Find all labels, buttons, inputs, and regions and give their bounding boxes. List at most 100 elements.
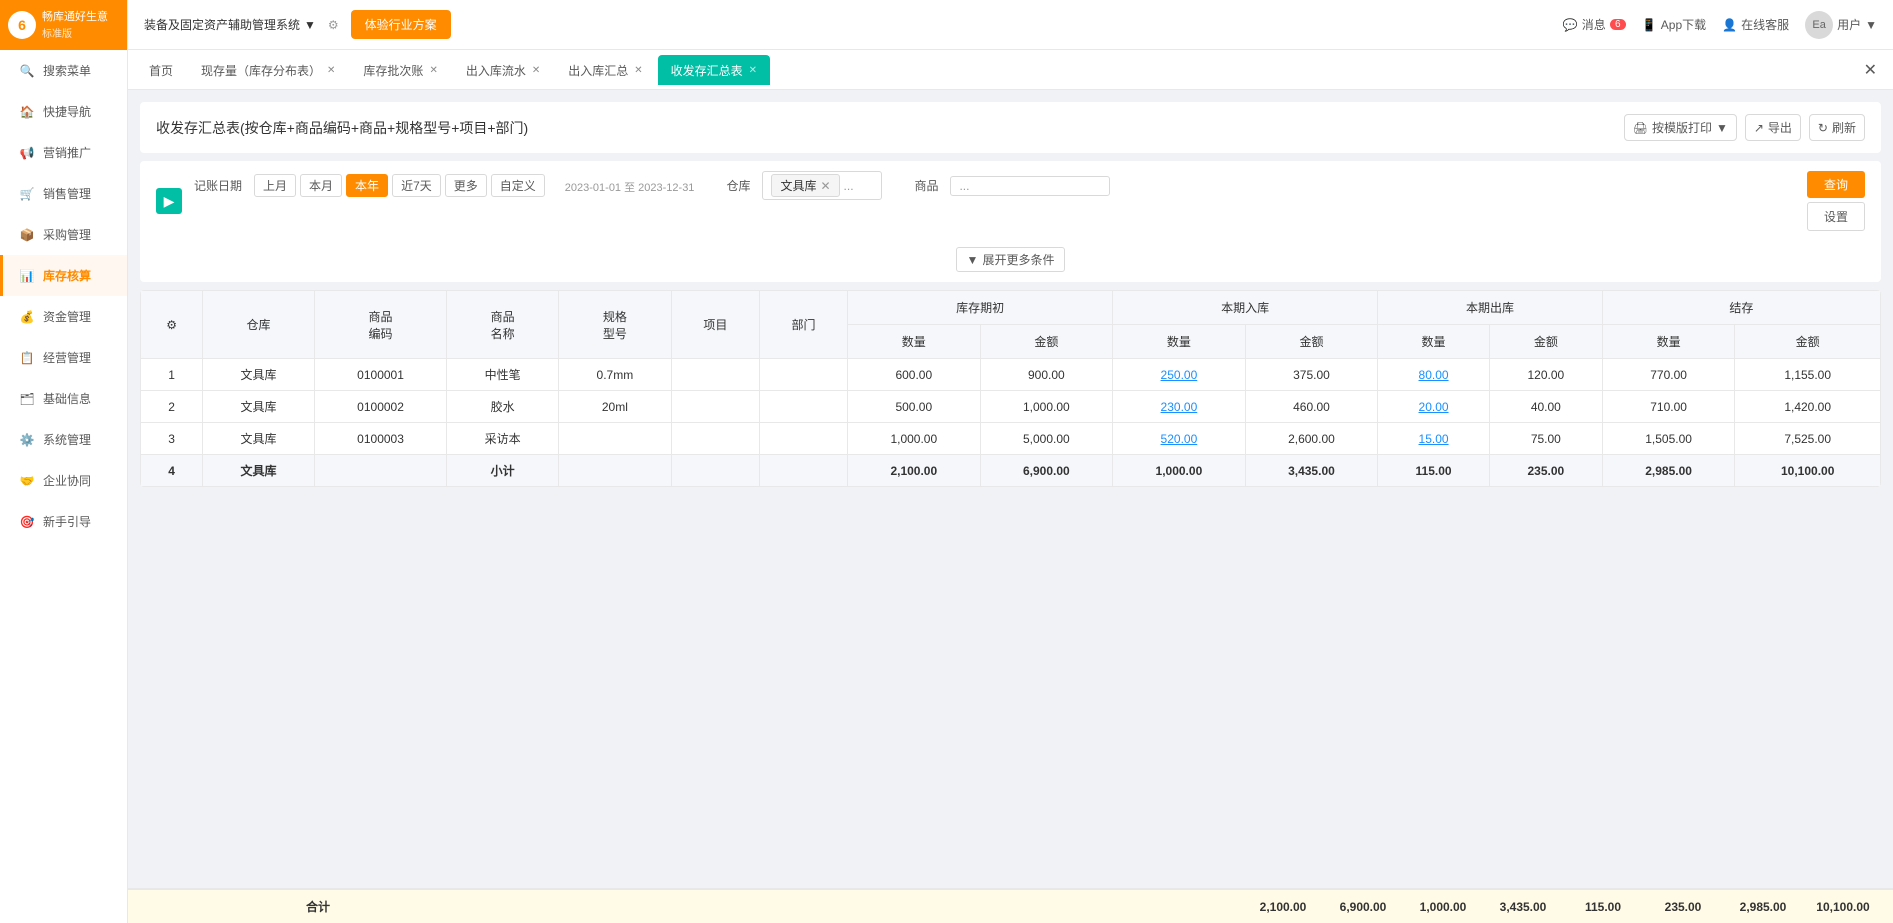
tab-batch-account[interactable]: 库存批次账 ✕	[350, 55, 450, 85]
query-button[interactable]: 查询	[1807, 171, 1865, 198]
tab-recv-send-summary[interactable]: 收发存汇总表✕	[658, 55, 770, 85]
sidebar-item-label-finance: 资金管理	[43, 308, 91, 325]
tab-in-out-flow[interactable]: 出入库流水✕	[453, 55, 553, 85]
sidebar-item-guide[interactable]: 🎯新手引导	[0, 501, 127, 542]
export-button[interactable]: ↗ 导出	[1745, 114, 1801, 141]
link-in_qty[interactable]: 520.00	[1161, 432, 1198, 446]
main-area: 装备及固定资产辅助管理系统 ▼ ⚙ 体验行业方案 💬 消息 6 📱 App下载 …	[128, 0, 1893, 923]
message-action[interactable]: 💬 消息 6	[1563, 16, 1626, 33]
sidebar-item-operations[interactable]: 📋经营管理	[0, 337, 127, 378]
sidebar-item-basic-info[interactable]: 🗂基础信息	[0, 378, 127, 419]
cell-product_name: 胶水	[447, 391, 559, 423]
cell-in_qty[interactable]: 230.00	[1113, 391, 1246, 423]
tab-inventory-dist[interactable]: 现存量（库存分布表）✕	[188, 55, 348, 85]
tab-bar: 首页现存量（库存分布表）✕库存批次账✕出入库流水✕出入库汇总✕收发存汇总表✕✕	[128, 50, 1893, 90]
cell-closing_qty: 710.00	[1602, 391, 1735, 423]
refresh-button[interactable]: ↻ 刷新	[1809, 114, 1865, 141]
tab-home[interactable]: 首页	[136, 55, 186, 85]
date-btn-7days[interactable]: 近7天	[392, 174, 441, 197]
tab-in-out-summary[interactable]: 出入库汇总✕	[555, 55, 655, 85]
sidebar-item-label-quick-nav: 快捷导航	[43, 103, 91, 120]
system-selector[interactable]: 装备及固定资产辅助管理系统 ▼	[144, 16, 316, 33]
sidebar-item-search[interactable]: 🔍搜索菜单	[0, 50, 127, 91]
sidebar-item-inventory[interactable]: 📊库存核算	[0, 255, 127, 296]
guide-icon: 🎯	[19, 514, 35, 530]
link-in_qty[interactable]: 230.00	[1161, 400, 1198, 414]
th-group-in: 本期入库	[1113, 291, 1378, 325]
cell-department	[759, 423, 847, 455]
sidebar-item-label-sales: 销售管理	[43, 185, 91, 202]
product-filter-input[interactable]: ...	[950, 176, 1110, 196]
sidebar-item-purchase[interactable]: 📦采购管理	[0, 214, 127, 255]
date-btn-more[interactable]: 更多	[445, 174, 487, 197]
cell-closing_amount: 1,420.00	[1735, 391, 1881, 423]
content-area: 收发存汇总表(按仓库+商品编码+商品+规格型号+项目+部门) 🖨 按模版打印 ▼…	[128, 90, 1893, 888]
sales-icon: 🛒	[19, 186, 35, 202]
logo-icon: 6	[8, 11, 36, 39]
sidebar-item-sales[interactable]: 🛒 销售管理	[0, 173, 127, 214]
date-buttons: 上月 本月 本年 近7天 更多 自定义	[254, 174, 545, 197]
link-in_qty[interactable]: 250.00	[1161, 368, 1198, 382]
product-label: 商品	[914, 177, 938, 194]
cell-in_qty[interactable]: 250.00	[1113, 359, 1246, 391]
sidebar-item-marketing[interactable]: 📢营销推广	[0, 132, 127, 173]
online-service-label: 在线客服	[1741, 16, 1789, 33]
sidebar-menu: 🔍搜索菜单 🏠 快捷导航 📢营销推广 🛒 销售管理 📦采购管理📊库存核算💰资金管理📋经营管理…	[0, 50, 127, 923]
sidebar-item-label-purchase: 采购管理	[43, 226, 91, 243]
sidebar-item-corp[interactable]: 🤝企业协同	[0, 460, 127, 501]
cell-out_qty[interactable]: 20.00	[1378, 391, 1490, 423]
sidebar-item-quick-nav[interactable]: 🏠 快捷导航	[0, 91, 127, 132]
app-download-action[interactable]: 📱 App下载	[1642, 16, 1706, 33]
cell-opening_qty: 600.00	[848, 359, 981, 391]
message-icon: 💬	[1563, 18, 1578, 32]
user-action[interactable]: Ea 用户 ▼	[1805, 11, 1877, 39]
cell-out_amount: 235.00	[1489, 455, 1602, 487]
filter-toggle-icon[interactable]: ▶	[156, 188, 182, 214]
marketing-icon: 📢	[19, 145, 35, 161]
close-all-button[interactable]: ✕	[1856, 56, 1885, 84]
link-out_qty[interactable]: 20.00	[1419, 400, 1449, 414]
message-badge: 6	[1610, 19, 1626, 30]
date-btn-this-year[interactable]: 本年	[346, 174, 388, 197]
sidebar-item-finance[interactable]: 💰资金管理	[0, 296, 127, 337]
tab-close-recv-send-summary[interactable]: ✕	[749, 65, 757, 76]
quick-nav-icon: 🏠	[19, 104, 35, 120]
filter-actions: 查询 设置	[1807, 171, 1865, 231]
tab-label-batch-account: 库存批次账	[363, 62, 423, 79]
filter-row-1: 记账日期 上月 本月 本年 近7天 更多 自定义 2023-01-01 至 20…	[194, 171, 1799, 200]
cell-in_qty[interactable]: 520.00	[1113, 423, 1246, 455]
tab-close-batch-account[interactable]: ✕	[429, 65, 437, 76]
table-row: 4文具库小计2,100.006,900.001,000.003,435.0011…	[141, 455, 1881, 487]
warehouse-filter-input[interactable]: 文具库 ✕ ...	[762, 171, 882, 200]
table-settings-th[interactable]: ⚙	[141, 291, 203, 359]
online-service-action[interactable]: 👤 在线客服	[1722, 16, 1789, 33]
app-download-label: App下载	[1661, 16, 1706, 33]
th-department: 部门	[759, 291, 847, 359]
total-bar: 合计 2,100.00 6,900.00 1,000.00 3,435.00 1…	[128, 888, 1893, 923]
warehouse-more-btn[interactable]: ...	[844, 179, 854, 193]
warehouse-tag-remove[interactable]: ✕	[820, 179, 830, 193]
date-btn-prev-month[interactable]: 上月	[254, 174, 296, 197]
tab-close-in-out-flow[interactable]: ✕	[532, 65, 540, 76]
settings-icon[interactable]: ⚙	[328, 18, 339, 32]
link-out_qty[interactable]: 15.00	[1419, 432, 1449, 446]
date-btn-custom[interactable]: 自定义	[491, 174, 545, 197]
date-btn-this-month[interactable]: 本月	[300, 174, 342, 197]
print-button[interactable]: 🖨 按模版打印 ▼	[1624, 114, 1737, 141]
tab-close-inventory-dist[interactable]: ✕	[327, 65, 335, 76]
total-closing-amount: 10,100.00	[1803, 900, 1883, 914]
product-more-btn[interactable]: ...	[959, 179, 969, 193]
tab-close-in-out-summary[interactable]: ✕	[634, 65, 642, 76]
trial-button[interactable]: 体验行业方案	[351, 10, 451, 39]
service-icon: 👤	[1722, 18, 1737, 32]
th-opening-amount: 金额	[980, 325, 1113, 359]
th-warehouse: 仓库	[203, 291, 315, 359]
settings-button[interactable]: 设置	[1807, 202, 1865, 231]
cell-out_qty[interactable]: 80.00	[1378, 359, 1490, 391]
expand-conditions-button[interactable]: ▼ 展开更多条件	[956, 247, 1066, 272]
page-header: 收发存汇总表(按仓库+商品编码+商品+规格型号+项目+部门) 🖨 按模版打印 ▼…	[140, 102, 1881, 153]
logo-subtitle: 标准版	[42, 25, 108, 40]
cell-out_qty[interactable]: 15.00	[1378, 423, 1490, 455]
sidebar-item-system[interactable]: ⚙️系统管理	[0, 419, 127, 460]
link-out_qty[interactable]: 80.00	[1419, 368, 1449, 382]
